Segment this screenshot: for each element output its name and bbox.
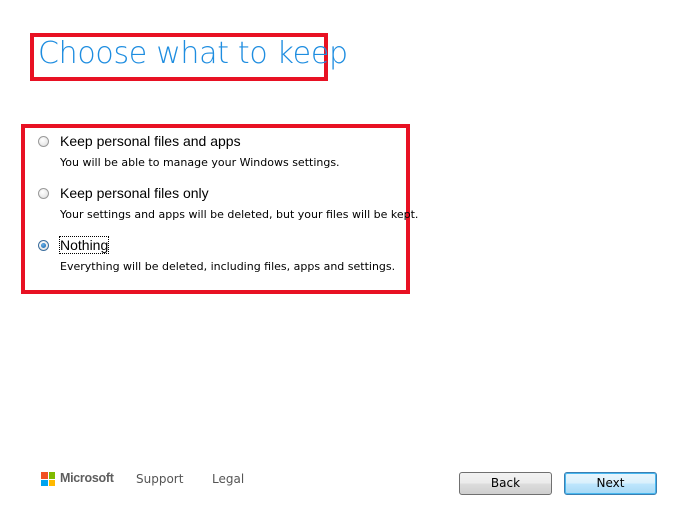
option-label[interactable]: Nothing: [58, 236, 110, 254]
support-link[interactable]: Support: [136, 472, 183, 486]
radio-button-selected[interactable]: [38, 240, 49, 251]
microsoft-logo-icon: [41, 472, 55, 486]
microsoft-brand: Microsoft: [60, 471, 114, 485]
option-description: Your settings and apps will be deleted, …: [60, 208, 419, 221]
back-button[interactable]: Back: [459, 472, 552, 495]
next-button[interactable]: Next: [564, 472, 657, 495]
option-description: Everything will be deleted, including fi…: [60, 260, 396, 273]
option-label[interactable]: Keep personal files only: [60, 185, 209, 201]
radio-button[interactable]: [38, 136, 49, 147]
option-description: You will be able to manage your Windows …: [60, 156, 340, 169]
legal-link[interactable]: Legal: [212, 472, 244, 486]
radio-button[interactable]: [38, 188, 49, 199]
page-title: Choose what to keep: [38, 36, 348, 71]
option-label[interactable]: Keep personal files and apps: [60, 133, 241, 149]
